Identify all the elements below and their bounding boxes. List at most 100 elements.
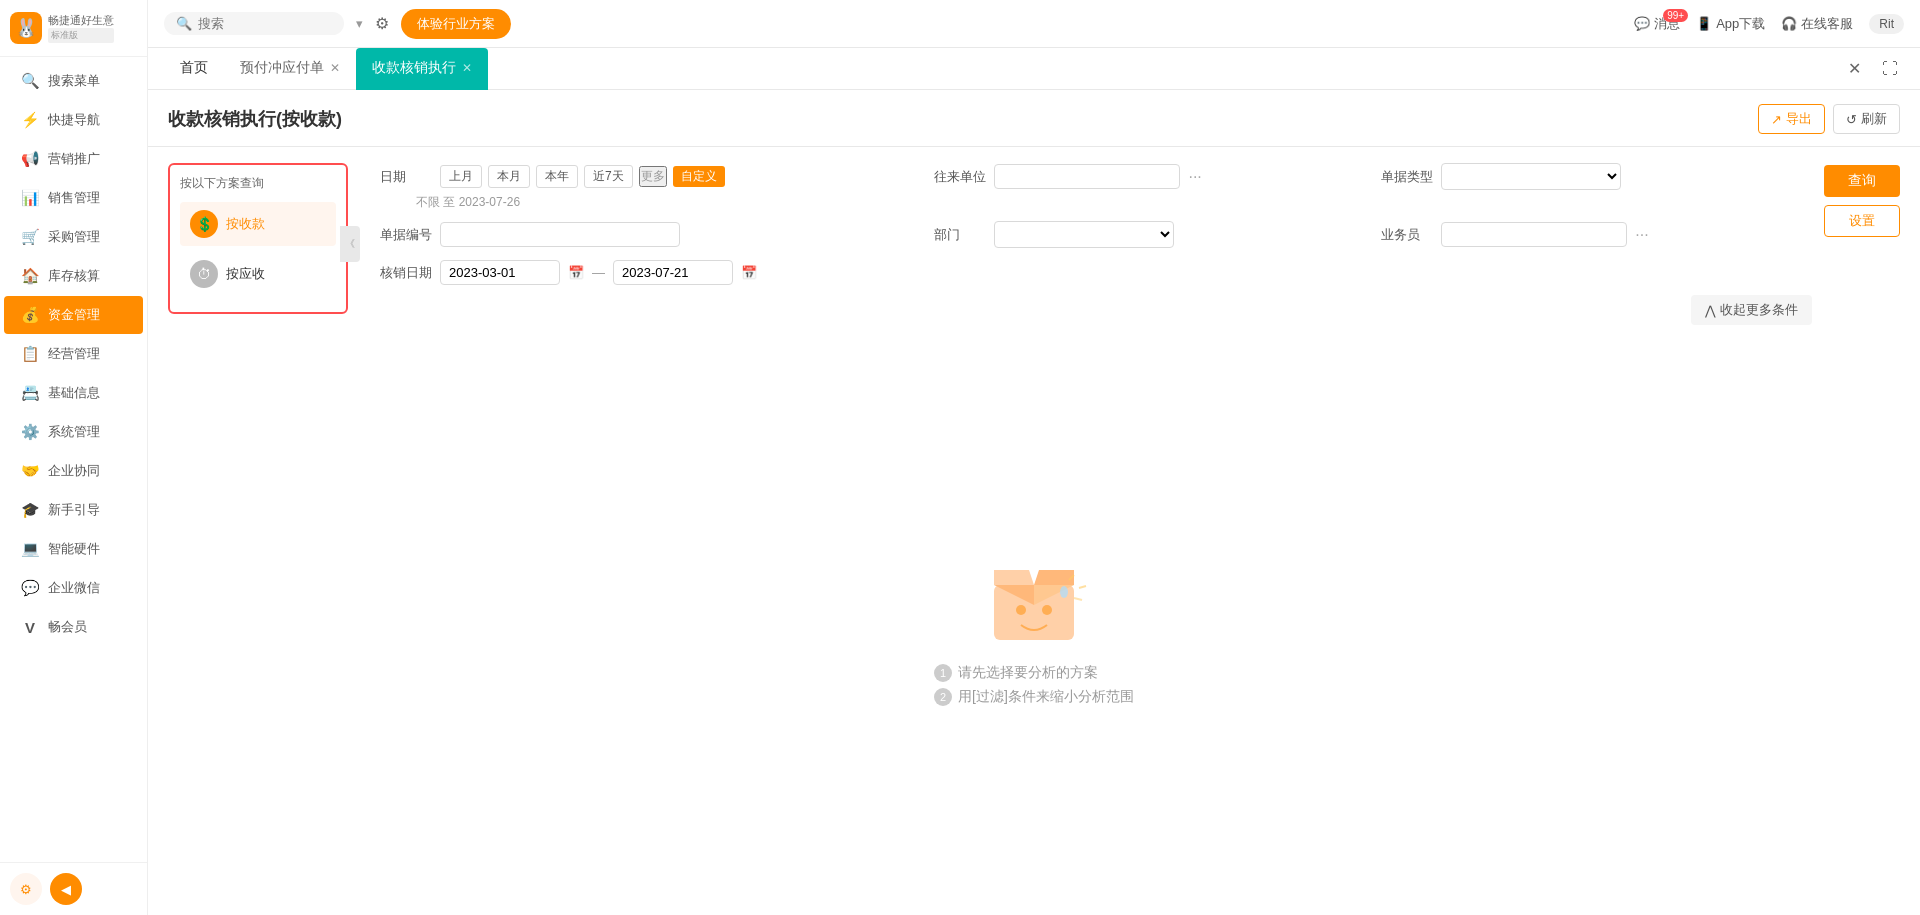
dept-select[interactable]	[994, 221, 1174, 248]
date-7days[interactable]: 近7天	[584, 165, 633, 188]
hexiao-date-start[interactable]	[440, 260, 560, 285]
filter-rows-actions: 日期 上月 本月 本年 近7天 更多 自定义	[380, 163, 1900, 325]
sidebar-item-management[interactable]: 📋 经营管理	[4, 335, 143, 373]
date-this-year[interactable]: 本年	[536, 165, 578, 188]
search-input[interactable]	[198, 16, 318, 31]
online-service-btn[interactable]: 🎧 在线客服	[1781, 15, 1853, 33]
sidebar-footer: ⚙ ◀	[0, 862, 147, 915]
doctype-select[interactable]	[1441, 163, 1621, 190]
sales-icon: 📊	[20, 189, 40, 207]
app-label: App下载	[1716, 15, 1765, 33]
doctype-label: 单据类型	[1381, 168, 1433, 186]
filter-rows: 日期 上月 本月 本年 近7天 更多 自定义	[380, 163, 1812, 325]
sidebar-item-label: 快捷导航	[48, 111, 100, 129]
sidebar-item-label: 营销推广	[48, 150, 100, 168]
date-custom-badge[interactable]: 自定义	[673, 166, 725, 187]
message-btn[interactable]: 💬 消息 99+	[1634, 15, 1680, 33]
sidebar-item-label: 智能硬件	[48, 540, 100, 558]
sidebar-item-sales[interactable]: 📊 销售管理	[4, 179, 143, 217]
service-label: 在线客服	[1801, 15, 1853, 33]
docno-field: 单据编号	[380, 222, 918, 247]
sidebar-item-label: 基础信息	[48, 384, 100, 402]
basicinfo-icon: 📇	[20, 384, 40, 402]
user-avatar-btn[interactable]: Rit	[1869, 14, 1904, 34]
filter-action-btns: 查询 设置	[1824, 163, 1900, 325]
sidebar-item-marketing[interactable]: 📢 营销推广	[4, 140, 143, 178]
sidebar-item-wechat[interactable]: 💬 企业微信	[4, 569, 143, 607]
sidebar-item-basic-info[interactable]: 📇 基础信息	[4, 374, 143, 412]
chevron-down-icon[interactable]: ▾	[356, 16, 363, 31]
tip-text-2: 用[过滤]条件来缩小分析范围	[958, 688, 1134, 706]
dept-label: 部门	[934, 226, 986, 244]
counterparty-dots[interactable]: ···	[1188, 168, 1201, 186]
tab-receipt-close[interactable]: ✕	[462, 61, 472, 75]
collapse-more-label: 收起更多条件	[1720, 301, 1798, 319]
docno-input[interactable]	[440, 222, 680, 247]
refresh-label: 刷新	[1861, 110, 1887, 128]
hexiao-date-label: 核销日期	[380, 264, 432, 282]
empty-state: 1 请先选择要分析的方案 2 用[过滤]条件来缩小分析范围	[148, 341, 1920, 915]
date-more-btn[interactable]: 更多	[639, 166, 667, 187]
date-label: 日期	[380, 168, 432, 186]
empty-svg	[974, 550, 1094, 650]
solution-button[interactable]: 体验行业方案	[401, 9, 511, 39]
tab-receipt-writeoff[interactable]: 收款核销执行 ✕	[356, 48, 488, 90]
sidebar-item-label: 新手引导	[48, 501, 100, 519]
settings-btn[interactable]: ⚙	[10, 873, 42, 905]
app-logo: 🐰 畅捷通好生意 标准版	[0, 0, 147, 57]
gear-icon[interactable]: ⚙	[375, 14, 389, 33]
logo-text-block: 畅捷通好生意 标准版	[48, 13, 114, 42]
tab-expand-btn[interactable]: ⛶	[1876, 55, 1904, 83]
sidebar-item-search[interactable]: 🔍 搜索菜单	[4, 62, 143, 100]
filter-settings-button[interactable]: 设置	[1824, 205, 1900, 237]
hexiao-date-field: 核销日期 📅 — 📅	[380, 260, 1812, 285]
sidebar-item-label: 资金管理	[48, 306, 100, 324]
app-name: 畅捷通好生意	[48, 13, 114, 27]
panel-collapse-btn[interactable]: 《	[340, 226, 360, 262]
sidebar-item-collab[interactable]: 🤝 企业协同	[4, 452, 143, 490]
hexiao-date-end[interactable]	[613, 260, 733, 285]
date-this-month[interactable]: 本月	[488, 165, 530, 188]
tab-prepay-close[interactable]: ✕	[330, 61, 340, 75]
management-icon: 📋	[20, 345, 40, 363]
sidebar-item-inventory[interactable]: 🏠 库存核算	[4, 257, 143, 295]
staff-label: 业务员	[1381, 226, 1433, 244]
receivable-option-label: 按应收	[226, 265, 265, 283]
topbar-search-box[interactable]: 🔍	[164, 12, 344, 35]
sidebar-item-member[interactable]: V 畅会员	[4, 608, 143, 646]
main-area: 🔍 ▾ ⚙ 体验行业方案 💬 消息 99+ 📱 App下载 🎧 在线客服 Rit	[148, 0, 1920, 915]
export-icon: ↗	[1771, 112, 1782, 127]
tab-close-window-btn[interactable]: ✕	[1840, 55, 1868, 83]
refresh-button[interactable]: ↺ 刷新	[1833, 104, 1900, 134]
sidebar-item-quicknav[interactable]: ⚡ 快捷导航	[4, 101, 143, 139]
query-option-by-receivable[interactable]: ⏱ 按应收	[180, 252, 336, 296]
svg-point-2	[1042, 605, 1052, 615]
calendar-start-icon[interactable]: 📅	[568, 265, 584, 280]
sidebar-item-guide[interactable]: 🎓 新手引导	[4, 491, 143, 529]
sidebar-item-purchase[interactable]: 🛒 采购管理	[4, 218, 143, 256]
counterparty-input[interactable]	[994, 164, 1180, 189]
sidebar-item-finance[interactable]: 💰 资金管理	[4, 296, 143, 334]
sidebar-item-system[interactable]: ⚙️ 系统管理	[4, 413, 143, 451]
tab-prepay[interactable]: 预付冲应付单 ✕	[224, 48, 356, 90]
search-button[interactable]: 查询	[1824, 165, 1900, 197]
counterparty-field: 往来单位 ···	[934, 164, 1365, 189]
sidebar-collapse-btn[interactable]: ◀	[50, 873, 82, 905]
app-download-btn[interactable]: 📱 App下载	[1696, 15, 1765, 33]
staff-dots[interactable]: ···	[1635, 226, 1648, 244]
svg-point-3	[1060, 586, 1068, 598]
query-option-by-receipt[interactable]: 💲 按收款	[180, 202, 336, 246]
receivable-option-icon: ⏱	[190, 260, 218, 288]
sidebar-item-label: 系统管理	[48, 423, 100, 441]
calendar-end-icon[interactable]: 📅	[741, 265, 757, 280]
staff-input[interactable]	[1441, 222, 1627, 247]
tab-home[interactable]: 首页	[164, 48, 224, 90]
collapse-more-btn[interactable]: ⋀ 收起更多条件	[1691, 295, 1812, 325]
message-icon: 💬	[1634, 16, 1650, 31]
topbar: 🔍 ▾ ⚙ 体验行业方案 💬 消息 99+ 📱 App下载 🎧 在线客服 Rit	[148, 0, 1920, 48]
date-last-month[interactable]: 上月	[440, 165, 482, 188]
quicknav-icon: ⚡	[20, 111, 40, 129]
export-button[interactable]: ↗ 导出	[1758, 104, 1825, 134]
sidebar-item-hardware[interactable]: 💻 智能硬件	[4, 530, 143, 568]
page-title-row: 收款核销执行(按收款) ↗ 导出 ↺ 刷新	[168, 104, 1900, 146]
